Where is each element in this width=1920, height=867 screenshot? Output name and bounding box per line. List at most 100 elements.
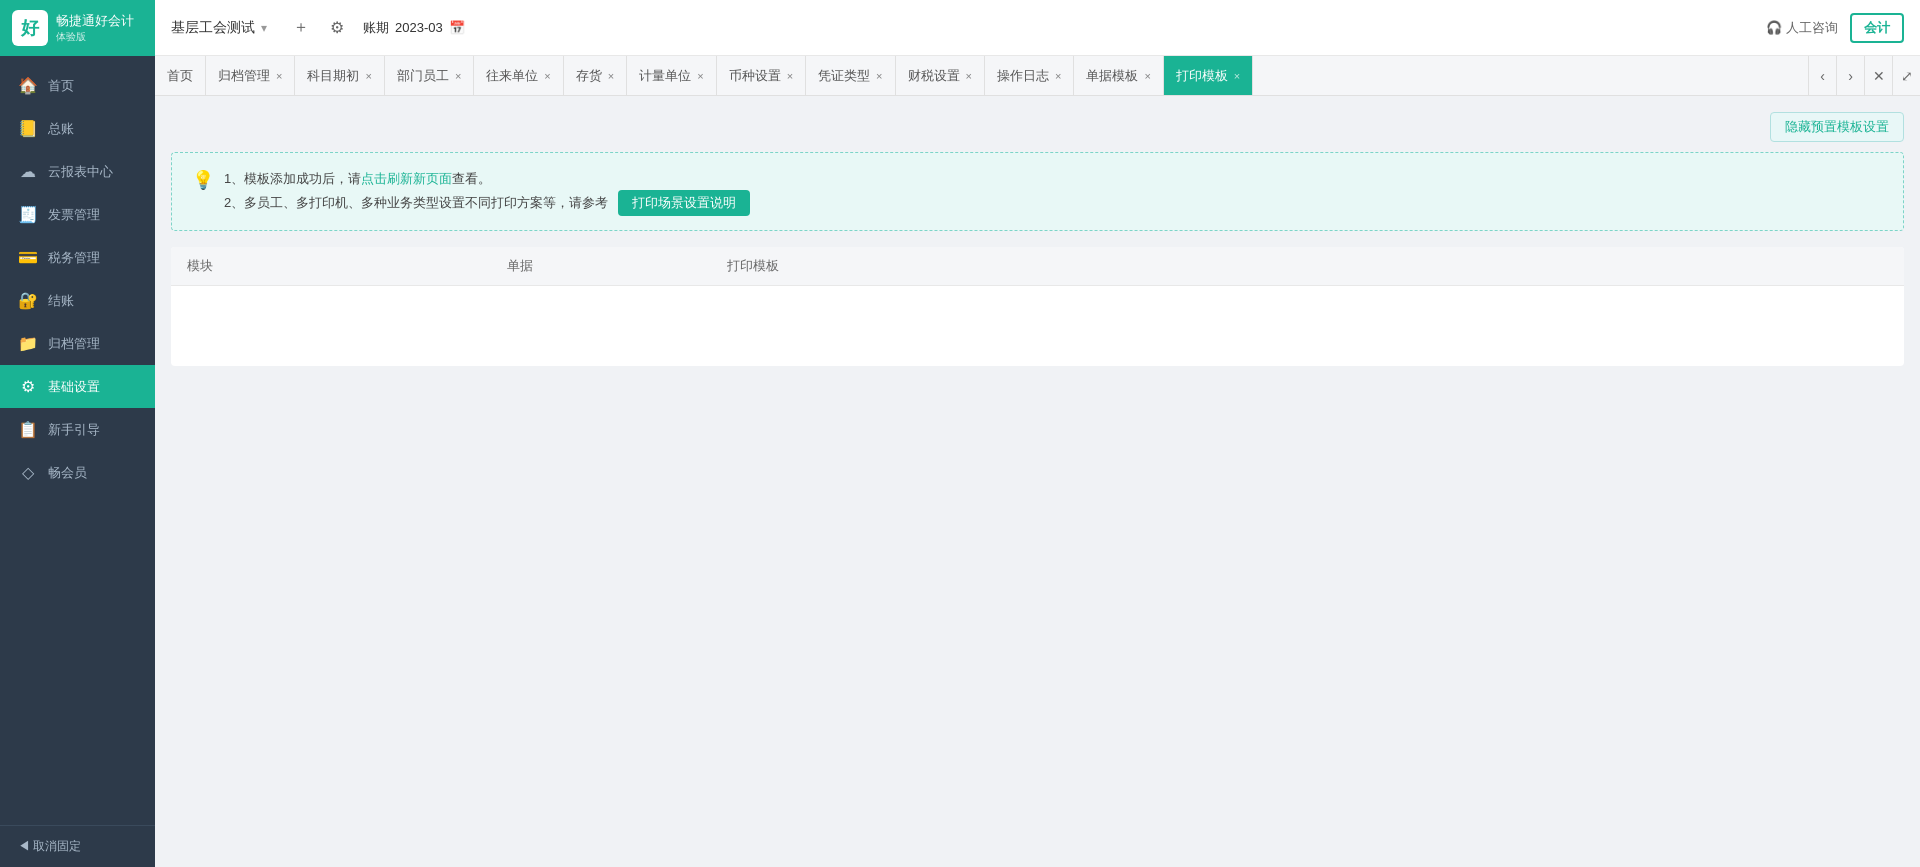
tab-subject[interactable]: 科目期初 × (295, 56, 384, 96)
tab-taxsetting[interactable]: 财税设置 × (896, 56, 985, 96)
tab-next-button[interactable]: › (1836, 56, 1864, 96)
settlement-icon: 🔐 (18, 291, 38, 310)
tab-partner[interactable]: 往来单位 × (474, 56, 563, 96)
sidebar-nav: 🏠首页 📒 总账 ☁云报表中心🧾发票管理 💳 税务管理 🔐 结账 📁归档管理⚙基础设置📋新手引导… (0, 56, 155, 825)
tab-prev-button[interactable]: ‹ (1808, 56, 1836, 96)
tab-archive[interactable]: 归档管理 × (206, 56, 295, 96)
tab-close-icon[interactable]: × (455, 70, 461, 82)
tab-expand-button[interactable]: ⤢ (1892, 56, 1920, 96)
tab-dept[interactable]: 部门员工 × (385, 56, 474, 96)
tab-close-icon[interactable]: × (1144, 70, 1150, 82)
tab-oplog[interactable]: 操作日志 × (985, 56, 1074, 96)
settings-icon[interactable]: ⚙ (323, 14, 351, 42)
tab-label: 部门员工 (397, 67, 449, 85)
tab-label: 科目期初 (307, 67, 359, 85)
tab-label: 首页 (167, 67, 193, 85)
info-line1-prefix: 1、模板添加成功后，请 (224, 171, 361, 186)
company-name: 基层工会测试 (171, 19, 255, 37)
unpin-button[interactable]: ◀ 取消固定 (0, 825, 155, 867)
logo-sub: 体验版 (56, 30, 134, 43)
tab-close-icon[interactable]: × (608, 70, 614, 82)
refresh-link[interactable]: 点击刷新新页面 (361, 171, 452, 186)
tab-vouchertype[interactable]: 凭证类型× (806, 56, 895, 96)
sidebar-item-home[interactable]: 🏠首页 (0, 64, 155, 107)
logo-name: 畅捷通好会计 (56, 13, 134, 30)
tab-singledoc[interactable]: 单据模板 × (1074, 56, 1163, 96)
sidebar-item-archive[interactable]: 📁归档管理 (0, 322, 155, 365)
tab-label: 往来单位 (486, 67, 538, 85)
tab-stock[interactable]: 存货× (564, 56, 627, 96)
sidebar-item-ledger[interactable]: 📒 总账 (0, 107, 155, 150)
tab-close-icon[interactable]: × (544, 70, 550, 82)
add-tab-button[interactable]: ＋ (287, 14, 315, 42)
service-button[interactable]: 🎧 人工咨询 (1766, 19, 1838, 37)
tab-label: 单据模板 (1086, 67, 1138, 85)
tab-unit[interactable]: 计量单位 × (627, 56, 716, 96)
tab-close-icon[interactable]: × (276, 70, 282, 82)
explain-button[interactable]: 打印场景设置说明 (618, 190, 750, 216)
sidebar: 好 畅捷通好会计 体验版 🏠首页 📒 总账 ☁云报表中心🧾发票管理 💳 税务管理 🔐 结账 📁归… (0, 0, 155, 867)
print-template-table: 模块 单据 打印模板 (171, 247, 1904, 366)
info-line2: 2、多员工、多打印机、多种业务类型设置不同打印方案等，请参考 (224, 195, 608, 210)
info-text: 1、模板添加成功后，请点击刷新新页面查看。 2、多员工、多打印机、多种业务类型设… (224, 167, 750, 216)
sidebar-logo: 好 畅捷通好会计 体验版 (0, 0, 155, 56)
kuaiji-button[interactable]: 会计 (1850, 13, 1904, 43)
sidebar-item-label: 新手引导 (48, 421, 100, 439)
tab-close-icon[interactable]: × (966, 70, 972, 82)
sidebar-item-guide[interactable]: 📋新手引导 (0, 408, 155, 451)
hide-preview-button[interactable]: 隐藏预置模板设置 (1770, 112, 1904, 142)
sidebar-item-label: 总账 (48, 120, 74, 138)
tab-label: 打印模板 (1176, 67, 1228, 85)
sidebar-item-label: 税务管理 (48, 249, 100, 267)
col-module-header: 模块 (171, 257, 491, 275)
sidebar-item-label: 首页 (48, 77, 74, 95)
headset-icon: 🎧 (1766, 20, 1782, 35)
member-icon: ◇ (18, 463, 38, 482)
sidebar-item-label: 基础设置 (48, 378, 100, 396)
sidebar-item-tax[interactable]: 💳 税务管理 (0, 236, 155, 279)
sidebar-item-label: 云报表中心 (48, 163, 113, 181)
tab-bar: 首页归档管理×科目期初×部门员工×往来单位×存货×计量单位×币种设置×凭证类型×… (155, 56, 1920, 96)
info-line1-suffix: 查看。 (452, 171, 491, 186)
top-header: 基层工会测试 ▾ ＋ ⚙ 账期 2023-03 📅 🎧 人工咨询 会计 (155, 0, 1920, 56)
ledger-icon: 📒 (18, 119, 38, 138)
tab-close-icon[interactable]: × (365, 70, 371, 82)
sidebar-item-settings[interactable]: ⚙基础设置 (0, 365, 155, 408)
tab-close-icon[interactable]: × (1234, 70, 1240, 82)
sidebar-item-invoice[interactable]: 🧾发票管理 (0, 193, 155, 236)
tab-home[interactable]: 首页 (155, 56, 206, 96)
sidebar-item-label: 归档管理 (48, 335, 100, 353)
logo-text: 畅捷通好会计 体验版 (56, 13, 134, 43)
tab-currency[interactable]: 币种设置 × (717, 56, 806, 96)
sidebar-item-reports[interactable]: ☁云报表中心 (0, 150, 155, 193)
table-header: 模块 单据 打印模板 (171, 247, 1904, 286)
col-template-header: 打印模板 (711, 257, 1904, 275)
table-body (171, 286, 1904, 366)
tab-close-icon[interactable]: × (876, 70, 882, 82)
bulb-icon: 💡 (192, 169, 214, 191)
hide-preview-area: 隐藏预置模板设置 (171, 112, 1904, 142)
tax-icon: 💳 (18, 248, 38, 267)
sidebar-item-settlement[interactable]: 🔐 结账 (0, 279, 155, 322)
tab-label: 操作日志 (997, 67, 1049, 85)
company-selector[interactable]: 基层工会测试 ▾ (171, 19, 267, 37)
tab-label: 计量单位 (639, 67, 691, 85)
tab-printtemplate[interactable]: 打印模板 × (1164, 56, 1253, 96)
tab-close-icon[interactable]: × (697, 70, 703, 82)
sidebar-item-member[interactable]: ◇ 畅会员 (0, 451, 155, 494)
period-label: 账期 2023-03 📅 (363, 19, 465, 37)
tab-close-all-button[interactable]: ✕ (1864, 56, 1892, 96)
tab-close-icon[interactable]: × (1055, 70, 1061, 82)
tab-label: 币种设置 (729, 67, 781, 85)
tab-label: 归档管理 (218, 67, 270, 85)
sidebar-item-label: 畅会员 (48, 464, 87, 482)
period-value: 2023-03 (395, 20, 443, 35)
info-box: 💡 1、模板添加成功后，请点击刷新新页面查看。 2、多员工、多打印机、多种业务类… (171, 152, 1904, 231)
tab-close-icon[interactable]: × (787, 70, 793, 82)
main-area: 基层工会测试 ▾ ＋ ⚙ 账期 2023-03 📅 🎧 人工咨询 会计 首页归档… (155, 0, 1920, 867)
sidebar-item-label: 结账 (48, 292, 74, 310)
company-dropdown-icon: ▾ (261, 21, 267, 35)
tab-label: 财税设置 (908, 67, 960, 85)
invoice-icon: 🧾 (18, 205, 38, 224)
calendar-icon[interactable]: 📅 (449, 20, 465, 35)
